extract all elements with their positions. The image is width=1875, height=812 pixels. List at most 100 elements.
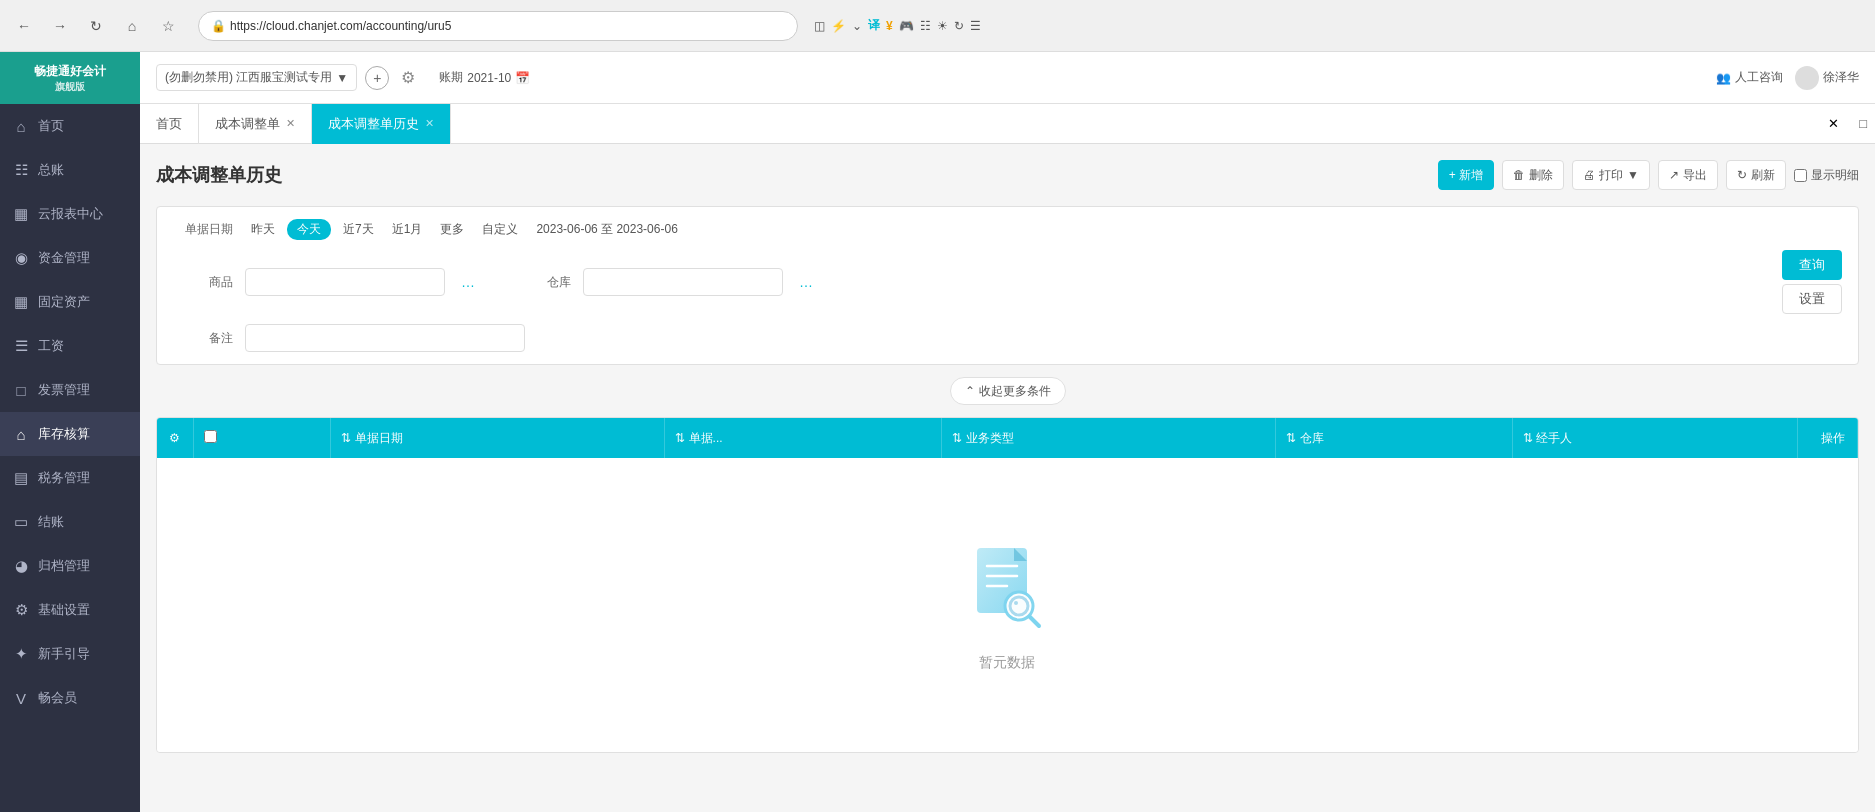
show-detail-checkbox-label[interactable]: 显示明细	[1794, 167, 1859, 184]
date-opt-7days[interactable]: 近7天	[337, 219, 380, 240]
bookmark-button[interactable]: ☆	[154, 12, 182, 40]
date-opt-more[interactable]: 更多	[434, 219, 470, 240]
warehouse-filter-label: 仓库	[511, 274, 571, 291]
tab-cost-adjust-history-close[interactable]: ✕	[425, 117, 434, 130]
sidebar-label-archive: 归档管理	[38, 557, 90, 575]
sidebar-item-funds[interactable]: ◉ 资金管理	[0, 236, 140, 280]
col-settings[interactable]: ⚙	[157, 418, 193, 458]
consult-icon: 👥	[1716, 71, 1731, 85]
sidebar-item-settings[interactable]: ⚙ 基础设置	[0, 588, 140, 632]
new-button[interactable]: + 新增	[1438, 160, 1494, 190]
address-bar[interactable]: 🔒 https://cloud.chanjet.com/accounting/u…	[198, 11, 798, 41]
browser-extensions: ◫ ⚡ ⌄ 译 ¥ 🎮 ☷ ☀ ↻ ☰	[814, 17, 981, 34]
remark-filter-input[interactable]	[245, 324, 525, 352]
query-button[interactable]: 查询	[1782, 250, 1842, 280]
consult-label: 人工咨询	[1735, 69, 1783, 86]
tab-cost-adjust[interactable]: 成本调整单 ✕	[199, 104, 312, 144]
sidebar-item-guide[interactable]: ✦ 新手引导	[0, 632, 140, 676]
sidebar-item-invoice[interactable]: □ 发票管理	[0, 368, 140, 412]
table-header-row: ⚙ ⇅ 单据日期 ⇅ 单据... ⇅	[157, 418, 1858, 458]
delete-button[interactable]: 🗑 删除	[1502, 160, 1564, 190]
empty-row: 暂元数据	[157, 458, 1858, 752]
filter-row-date: 单据日期 昨天 今天 近7天 近1月 更多 自定义 2023-06-06 至 2…	[173, 219, 1842, 240]
col-number[interactable]: ⇅ 单据...	[665, 418, 942, 458]
export-icon: ↗	[1669, 168, 1679, 182]
col-biz-type[interactable]: ⇅ 业务类型	[942, 418, 1276, 458]
date-opt-1month[interactable]: 近1月	[386, 219, 429, 240]
sidebar-item-home[interactable]: ⌂ 首页	[0, 104, 140, 148]
home-button[interactable]: ⌂	[118, 12, 146, 40]
tab-expand-icon[interactable]: □	[1851, 116, 1875, 131]
add-company-button[interactable]: +	[365, 66, 389, 90]
tab-home[interactable]: 首页	[140, 104, 199, 144]
goods-filter-input[interactable]	[245, 268, 445, 296]
settings-gear-icon[interactable]: ⚙	[401, 68, 415, 87]
col-checkbox[interactable]	[193, 418, 331, 458]
sidebar-label-ledger: 总账	[38, 161, 64, 179]
sidebar-item-ledger[interactable]: ☷ 总账	[0, 148, 140, 192]
user-profile-button[interactable]: 徐泽华	[1795, 66, 1859, 90]
date-opt-yesterday[interactable]: 昨天	[245, 219, 281, 240]
forward-button[interactable]: →	[46, 12, 74, 40]
export-button[interactable]: ↗ 导出	[1658, 160, 1718, 190]
remark-filter-label: 备注	[173, 330, 233, 347]
refresh-button[interactable]: ↻ 刷新	[1726, 160, 1786, 190]
warehouse-filter-input[interactable]	[583, 268, 783, 296]
warehouse-filter-dots[interactable]: …	[799, 274, 813, 290]
col-handler[interactable]: ⇅ 经手人	[1512, 418, 1797, 458]
date-range-display: 2023-06-06 至 2023-06-06	[536, 221, 677, 238]
tab-cost-adjust-close[interactable]: ✕	[286, 117, 295, 130]
invoice-icon: □	[12, 382, 30, 399]
consult-button[interactable]: 👥 人工咨询	[1716, 69, 1783, 86]
sidebar-item-reports[interactable]: ▦ 云报表中心	[0, 192, 140, 236]
sidebar-item-tax[interactable]: ▤ 税务管理	[0, 456, 140, 500]
logo-title: 畅捷通好会计	[34, 63, 106, 80]
tab-cost-adjust-history[interactable]: 成本调整单历史 ✕	[312, 104, 451, 144]
goods-filter-label: 商品	[173, 274, 233, 291]
date-opt-custom[interactable]: 自定义	[476, 219, 524, 240]
collapse-label: 收起更多条件	[979, 383, 1051, 400]
refresh-button[interactable]: ↻	[82, 12, 110, 40]
date-filter-label: 单据日期	[173, 221, 233, 238]
collapse-button[interactable]: ⌃ 收起更多条件	[950, 377, 1066, 405]
top-nav-left: (勿删勿禁用) 江西服宝测试专用 ▼ + ⚙ 账期 2021-10 📅	[156, 64, 1716, 91]
sidebar-item-fixed-assets[interactable]: ▦ 固定资产	[0, 280, 140, 324]
sidebar-item-payroll[interactable]: ☰ 工资	[0, 324, 140, 368]
browser-bar: ← → ↻ ⌂ ☆ 🔒 https://cloud.chanjet.com/ac…	[0, 0, 1875, 52]
col-date[interactable]: ⇅ 单据日期	[331, 418, 665, 458]
period-value: 2021-10	[467, 71, 511, 85]
guide-icon: ✦	[12, 645, 30, 663]
table-container: ⚙ ⇅ 单据日期 ⇅ 单据... ⇅	[156, 417, 1859, 753]
sidebar-label-member: 畅会员	[38, 689, 77, 707]
sidebar-item-member[interactable]: V 畅会员	[0, 676, 140, 720]
goods-filter-dots[interactable]: …	[461, 274, 475, 290]
user-name: 徐泽华	[1823, 69, 1859, 86]
show-detail-checkbox[interactable]	[1794, 169, 1807, 182]
app-container: 畅捷通好会计 旗舰版 ⌂ 首页 ☷ 总账 ▦ 云报表中心 ◉ 资金管理 ▦	[0, 52, 1875, 812]
col-ops: 操作	[1798, 418, 1858, 458]
empty-cell: 暂元数据	[157, 458, 1858, 752]
url-text: https://cloud.chanjet.com/accounting/uru…	[230, 19, 451, 33]
date-opt-today[interactable]: 今天	[287, 219, 331, 240]
tax-icon: ▤	[12, 469, 30, 487]
tab-cost-adjust-history-label: 成本调整单历史	[328, 115, 419, 133]
tab-close-all[interactable]: ✕	[1816, 116, 1851, 131]
company-selector[interactable]: (勿删勿禁用) 江西服宝测试专用 ▼	[156, 64, 357, 91]
sidebar-label-close: 结账	[38, 513, 64, 531]
filter-setting-button[interactable]: 设置	[1782, 284, 1842, 314]
back-button[interactable]: ←	[10, 12, 38, 40]
print-button[interactable]: 🖨 打印 ▼	[1572, 160, 1650, 190]
sidebar-item-archive[interactable]: ◕ 归档管理	[0, 544, 140, 588]
col-warehouse[interactable]: ⇅ 仓库	[1276, 418, 1513, 458]
app-tabs: 首页 成本调整单 ✕ 成本调整单历史 ✕ ✕ □	[140, 104, 1875, 144]
select-all-checkbox[interactable]	[204, 430, 217, 443]
sidebar-nav: ⌂ 首页 ☷ 总账 ▦ 云报表中心 ◉ 资金管理 ▦ 固定资产 ☰ 工资	[0, 104, 140, 812]
table-header: ⚙ ⇅ 单据日期 ⇅ 单据... ⇅	[157, 418, 1858, 458]
calendar-icon[interactable]: 📅	[515, 71, 530, 85]
period-info: 账期 2021-10 📅	[439, 69, 530, 86]
reports-icon: ▦	[12, 205, 30, 223]
sidebar-item-inventory[interactable]: ⌂ 库存核算	[0, 412, 140, 456]
sidebar-item-close[interactable]: ▭ 结账	[0, 500, 140, 544]
svg-point-8	[1014, 601, 1018, 605]
app-logo: 畅捷通好会计 旗舰版	[0, 52, 140, 104]
